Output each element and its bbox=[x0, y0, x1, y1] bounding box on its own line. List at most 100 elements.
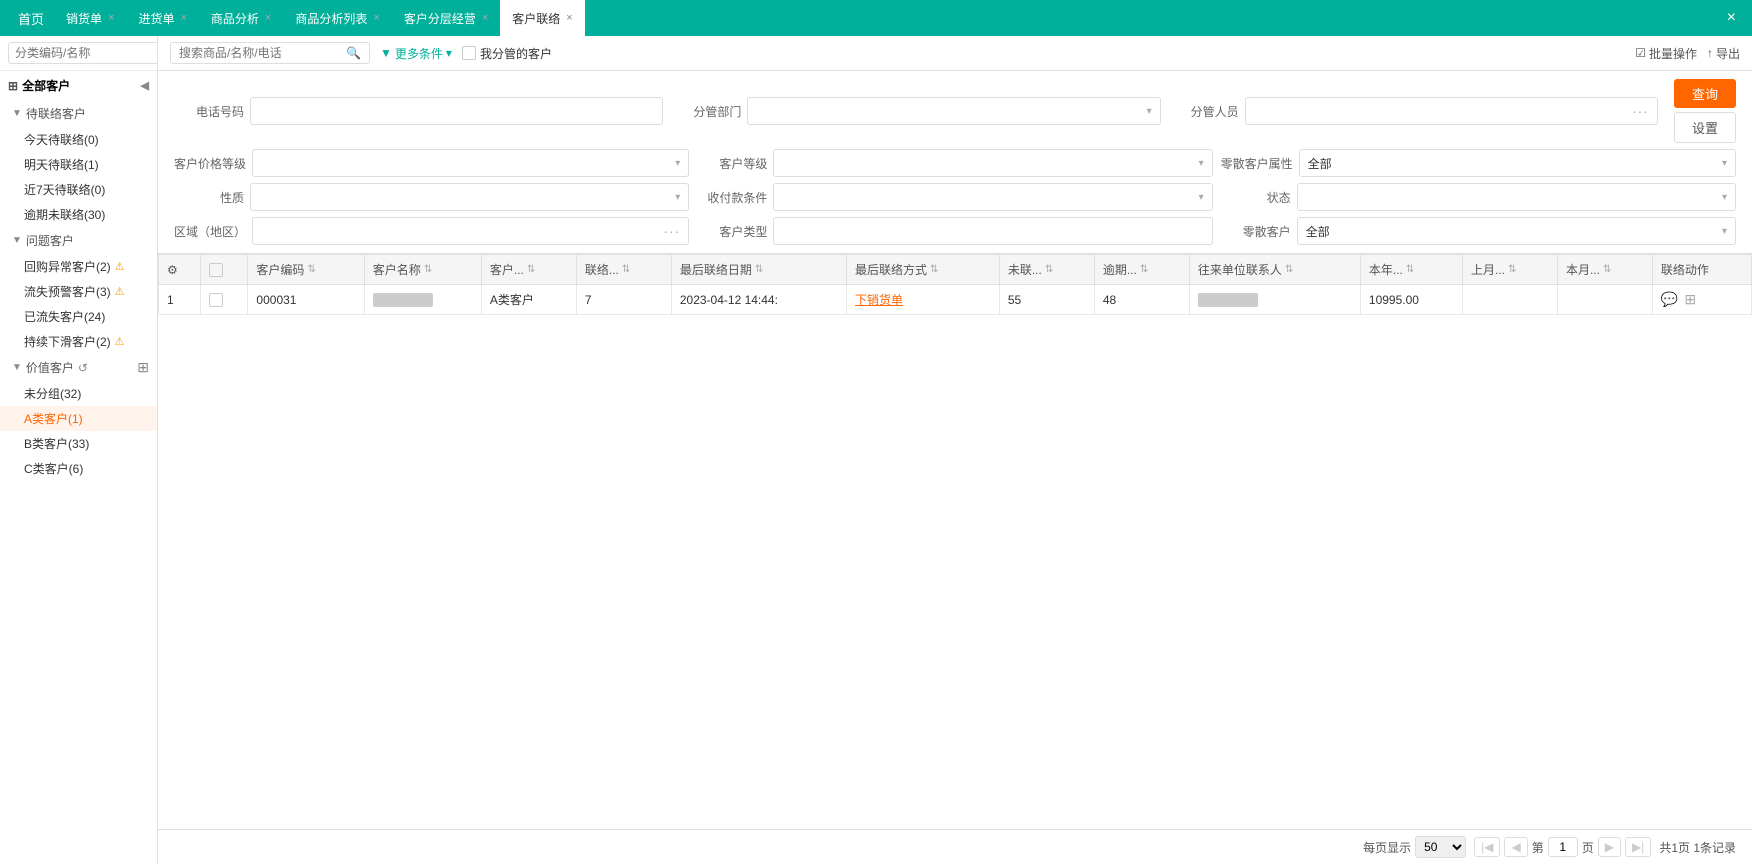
filter-select-3-2[interactable]: 全部▾ bbox=[1297, 217, 1736, 245]
filter-label-3-2: 零散客户 bbox=[1221, 223, 1291, 240]
filter-select-1-0[interactable]: ▾ bbox=[252, 149, 689, 177]
refresh-icon-2[interactable]: ↺ bbox=[78, 361, 88, 375]
filter-dots-3-0[interactable]: ··· bbox=[252, 217, 689, 245]
nav-tab-close-5[interactable]: × bbox=[566, 12, 572, 24]
my-customers-checkbox-area[interactable]: 我分管的客户 bbox=[462, 45, 552, 62]
grid-icon: ⊞ bbox=[8, 79, 18, 93]
sort-icon-9: ⇅ bbox=[1140, 264, 1148, 275]
cell-0-0: 1 bbox=[159, 285, 201, 315]
filter-input-3-1[interactable] bbox=[773, 217, 1212, 245]
row-last-method-0[interactable]: 下销货单 bbox=[855, 293, 903, 307]
setting-btn[interactable]: 设置 bbox=[1674, 112, 1736, 143]
sidebar-item-0-3[interactable]: 逾期未联络(30) bbox=[0, 202, 157, 227]
nav-tab-4[interactable]: 客户分层经营× bbox=[392, 0, 500, 36]
filter-input-0-0[interactable] bbox=[250, 97, 663, 125]
filter-select-0-1[interactable]: ▾ bbox=[747, 97, 1160, 125]
sidebar-item-0-1[interactable]: 明天待联络(1) bbox=[0, 152, 157, 177]
gear-icon[interactable]: ⚙ bbox=[167, 263, 178, 277]
col-label-11: 本年... bbox=[1369, 261, 1403, 278]
col-header-6[interactable]: 最后联络日期⇅ bbox=[671, 255, 846, 285]
sort-icon-5: ⇅ bbox=[622, 264, 630, 275]
adv-filter-row-2: 性质▾收付款条件▾状态▾ bbox=[174, 183, 1736, 211]
row-checkbox-0[interactable] bbox=[209, 293, 223, 307]
sidebar-group-0[interactable]: ▼ 待联络客户 bbox=[0, 100, 157, 127]
warn-icon-1-1: ⚠ bbox=[115, 285, 125, 298]
filter-select-2-0[interactable]: ▾ bbox=[250, 183, 689, 211]
all-customers-label: 全部客户 bbox=[22, 77, 70, 94]
first-page-btn[interactable]: |◀ bbox=[1474, 837, 1500, 857]
nav-tab-close-3[interactable]: × bbox=[373, 12, 379, 24]
col-header-3[interactable]: 客户名称⇅ bbox=[364, 255, 481, 285]
export-btn[interactable]: ↑ 导出 bbox=[1707, 45, 1740, 62]
col-header-9[interactable]: 逾期...⇅ bbox=[1094, 255, 1189, 285]
add-icon-2[interactable]: ⊞ bbox=[137, 359, 149, 376]
col-header-11[interactable]: 本年...⇅ bbox=[1360, 255, 1462, 285]
col-label-9: 逾期... bbox=[1103, 261, 1137, 278]
col-header-13[interactable]: 本月...⇅ bbox=[1557, 255, 1652, 285]
col-label-6: 最后联络日期 bbox=[680, 261, 752, 278]
my-customers-checkbox[interactable] bbox=[462, 46, 476, 60]
col-header-10[interactable]: 往来单位联系人⇅ bbox=[1189, 255, 1360, 285]
nav-tab-0[interactable]: 销货单× bbox=[54, 0, 126, 36]
cell-0-8: 55 bbox=[999, 285, 1094, 315]
sidebar-item-0-0[interactable]: 今天待联络(0) bbox=[0, 127, 157, 152]
col-label-5: 联络... bbox=[585, 261, 619, 278]
per-page-select[interactable]: 50 100 200 bbox=[1415, 836, 1466, 858]
sidebar-item-1-0[interactable]: 回购异常客户(2)⚠ bbox=[0, 254, 157, 279]
next-page-btn[interactable]: ▶ bbox=[1598, 837, 1621, 857]
last-page-btn[interactable]: ▶| bbox=[1625, 837, 1651, 857]
col-header-12[interactable]: 上月...⇅ bbox=[1462, 255, 1557, 285]
sidebar-item-2-0[interactable]: 未分组(32) bbox=[0, 381, 157, 406]
sidebar-item-0-2[interactable]: 近7天待联络(0) bbox=[0, 177, 157, 202]
sidebar-item-2-3[interactable]: C类客户(6) bbox=[0, 456, 157, 481]
nav-tab-close-4[interactable]: × bbox=[482, 12, 488, 24]
sidebar-group-1[interactable]: ▼ 问题客户 bbox=[0, 227, 157, 254]
query-btn[interactable]: 查询 bbox=[1674, 79, 1736, 108]
page-input[interactable] bbox=[1548, 837, 1578, 857]
col-header-5[interactable]: 联络...⇅ bbox=[576, 255, 671, 285]
filter-select-value-3-2: 全部 bbox=[1306, 223, 1330, 240]
filter-select-2-1[interactable]: ▾ bbox=[773, 183, 1212, 211]
main-search-box[interactable]: 🔍 bbox=[170, 42, 370, 64]
filter-dots-0-2[interactable]: ··· bbox=[1245, 97, 1658, 125]
col-label-10: 往来单位联系人 bbox=[1198, 261, 1282, 278]
col-header-8[interactable]: 未联...⇅ bbox=[999, 255, 1094, 285]
more-action-icon-0[interactable]: ⊞ bbox=[1684, 291, 1696, 308]
filter-select-2-2[interactable]: ▾ bbox=[1297, 183, 1736, 211]
nav-tab-close-1[interactable]: × bbox=[180, 12, 186, 24]
filter-select-1-2[interactable]: 全部▾ bbox=[1299, 149, 1736, 177]
nav-tab-close-2[interactable]: × bbox=[265, 12, 271, 24]
col-header-4[interactable]: 客户...⇅ bbox=[481, 255, 576, 285]
chat-icon-0[interactable]: 💬 bbox=[1661, 291, 1678, 308]
all-customers-header[interactable]: ⊞ 全部客户 ◀ bbox=[0, 71, 157, 100]
main-search-input[interactable] bbox=[179, 46, 346, 60]
col-label-13: 本月... bbox=[1566, 261, 1600, 278]
top-close-icon[interactable]: × bbox=[1719, 9, 1744, 27]
table-row: 1000031EaA类客户72023-04-12 14:44:下销货单5548R… bbox=[159, 285, 1752, 315]
nav-tab-5[interactable]: 客户联络× bbox=[500, 0, 584, 36]
sidebar-item-1-1[interactable]: 流失预警客户(3)⚠ bbox=[0, 279, 157, 304]
export-icon: ↑ bbox=[1707, 46, 1713, 60]
sidebar-item-1-2[interactable]: 已流失客户(24) bbox=[0, 304, 157, 329]
content-area: 🔍 ▼ 更多条件 ▾ 我分管的客户 ☑ 批量操作 ↑ 导出 电话号码 bbox=[158, 36, 1752, 864]
more-filters-btn[interactable]: ▼ 更多条件 ▾ bbox=[380, 45, 452, 62]
sidebar-search-input[interactable] bbox=[8, 42, 158, 64]
sidebar-item-2-2[interactable]: B类客户(33) bbox=[0, 431, 157, 456]
col-header-7[interactable]: 最后联络方式⇅ bbox=[847, 255, 1000, 285]
sidebar-group-2[interactable]: ▼ 价值客户↺ ⊞ bbox=[0, 354, 157, 381]
main-search-icon[interactable]: 🔍 bbox=[346, 46, 361, 60]
batch-op-btn[interactable]: ☑ 批量操作 bbox=[1635, 45, 1697, 62]
col-header-2[interactable]: 客户编码⇅ bbox=[248, 255, 364, 285]
prev-page-btn[interactable]: ◀ bbox=[1504, 837, 1527, 857]
nav-tab-1[interactable]: 进货单× bbox=[126, 0, 198, 36]
header-checkbox[interactable] bbox=[209, 263, 223, 277]
dropdown-arrow-1-1: ▾ bbox=[1199, 158, 1204, 169]
sidebar-item-2-1[interactable]: A类客户(1) bbox=[0, 406, 157, 431]
nav-tab-2[interactable]: 商品分析× bbox=[199, 0, 283, 36]
sidebar-item-1-3[interactable]: 持续下滑客户(2)⚠ bbox=[0, 329, 157, 354]
nav-home[interactable]: 首页 bbox=[8, 9, 54, 28]
filter-select-1-1[interactable]: ▾ bbox=[773, 149, 1212, 177]
nav-tab-3[interactable]: 商品分析列表× bbox=[283, 0, 391, 36]
sidebar-item-label-1-0: 回购异常客户(2) bbox=[24, 258, 111, 275]
nav-tab-close-0[interactable]: × bbox=[108, 12, 114, 24]
